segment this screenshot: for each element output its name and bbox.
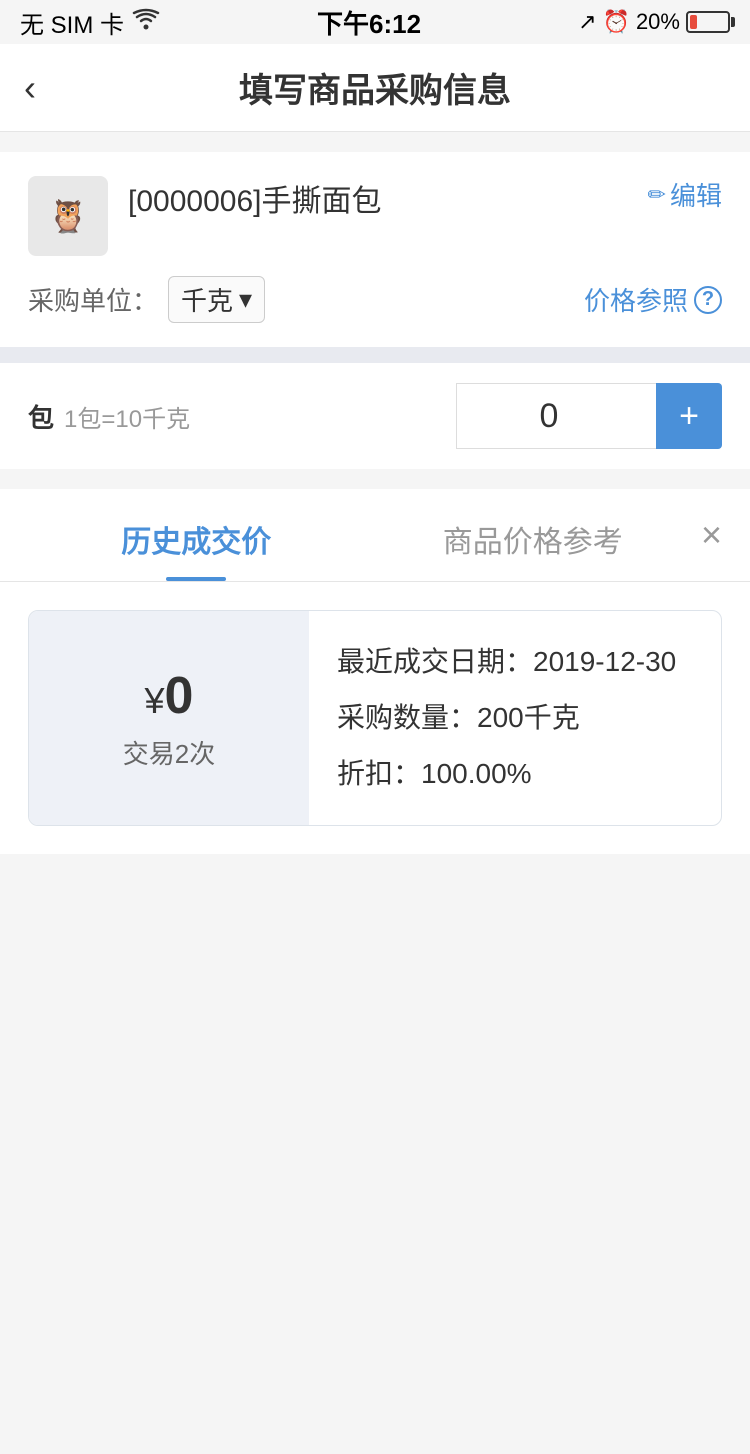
unit-label: 采购单位： 千克 ▾: [28, 276, 265, 323]
unit-select-dropdown[interactable]: 千克 ▾: [168, 276, 265, 323]
quantity-row: 包 1包=10千克 +: [0, 363, 750, 469]
tabs-header: 历史成交价 商品价格参考 ×: [0, 489, 750, 582]
tabs-section: 历史成交价 商品价格参考 × ¥0 交易2次 最近成交日期：2019-12-30…: [0, 489, 750, 854]
purchase-qty-label: 采购数量：: [337, 702, 477, 733]
page-title: 填写商品采购信息: [239, 63, 511, 112]
price-card-right: 最近成交日期：2019-12-30 采购数量：200千克 折扣：100.00%: [309, 611, 721, 825]
price-ref-label: 价格参照: [584, 281, 688, 318]
section-divider: [0, 347, 750, 363]
trade-count: 交易2次: [123, 734, 215, 771]
recent-date-value: 2019-12-30: [533, 646, 676, 677]
product-header: 🦉 [0000006]手撕面包 ✏ 编辑: [28, 176, 722, 256]
quantity-label: 包 1包=10千克: [28, 398, 190, 435]
quantity-input-group: +: [456, 383, 722, 449]
product-card: 🦉 [0000006]手撕面包 ✏ 编辑 采购单位： 千克 ▾ 价格参照 ?: [0, 152, 750, 347]
tab-history-price[interactable]: 历史成交价: [28, 489, 364, 581]
product-thumbnail: 🦉: [28, 176, 108, 256]
discount-label: 折扣：: [337, 758, 421, 789]
discount-row: 折扣：100.00%: [337, 753, 693, 795]
tab-history-price-label: 历史成交价: [121, 526, 271, 559]
product-name-container: [0000006]手撕面包: [128, 176, 381, 220]
battery-icon: [686, 11, 730, 33]
price-ref-help-icon: ?: [694, 286, 722, 314]
recent-date-label: 最近成交日期：: [337, 646, 533, 677]
price-card-wrapper: ¥0 交易2次 最近成交日期：2019-12-30 采购数量：200千克 折扣：…: [0, 582, 750, 854]
status-time: 下午6:12: [317, 4, 421, 41]
status-left: 无 SIM 卡: [20, 5, 160, 40]
tab-product-price-ref-label: 商品价格参考: [443, 526, 623, 559]
quantity-unit-conversion: 1包=10千克: [64, 399, 190, 434]
bottom-area: [0, 854, 750, 1454]
product-logo-icon: 🦉: [48, 200, 88, 232]
price-reference-button[interactable]: 价格参照 ?: [584, 281, 722, 318]
edit-button[interactable]: ✏ 编辑: [648, 176, 722, 213]
product-unit-row: 采购单位： 千克 ▾ 价格参照 ?: [28, 276, 722, 323]
quantity-unit-badge: 包: [28, 398, 54, 435]
close-tab-button[interactable]: ×: [701, 497, 722, 573]
tab-product-price-ref[interactable]: 商品价格参考: [364, 489, 700, 581]
discount-value: 100.00%: [421, 758, 532, 789]
quantity-input[interactable]: [456, 383, 656, 449]
currency-symbol: ¥: [145, 680, 165, 721]
price-card-left: ¥0 交易2次: [29, 611, 309, 825]
recent-date-row: 最近成交日期：2019-12-30: [337, 641, 693, 683]
alarm-icon: ⏰: [603, 9, 630, 35]
back-button[interactable]: ‹: [24, 67, 36, 109]
edit-icon: ✏: [648, 182, 666, 208]
quantity-plus-button[interactable]: +: [656, 383, 722, 449]
location-icon: ↗: [578, 9, 596, 35]
status-bar: 无 SIM 卡 下午6:12 ↗ ⏰ 20%: [0, 0, 750, 44]
price-amount: ¥0: [145, 666, 194, 726]
carrier-text: 无 SIM 卡: [20, 5, 124, 40]
edit-label: 编辑: [670, 176, 722, 213]
price-value: 0: [165, 667, 194, 725]
purchase-qty-row: 采购数量：200千克: [337, 697, 693, 739]
product-name: [0000006]手撕面包: [128, 185, 381, 218]
unit-value: 千克: [181, 281, 233, 318]
status-right: ↗ ⏰ 20%: [578, 9, 730, 35]
dropdown-arrow-icon: ▾: [239, 284, 252, 315]
purchase-qty-value: 200千克: [477, 702, 580, 733]
nav-bar: ‹ 填写商品采购信息: [0, 44, 750, 132]
wifi-icon: [132, 8, 160, 37]
price-card: ¥0 交易2次 最近成交日期：2019-12-30 采购数量：200千克 折扣：…: [28, 610, 722, 826]
battery-percent: 20%: [636, 9, 680, 35]
product-left: 🦉 [0000006]手撕面包: [28, 176, 381, 256]
